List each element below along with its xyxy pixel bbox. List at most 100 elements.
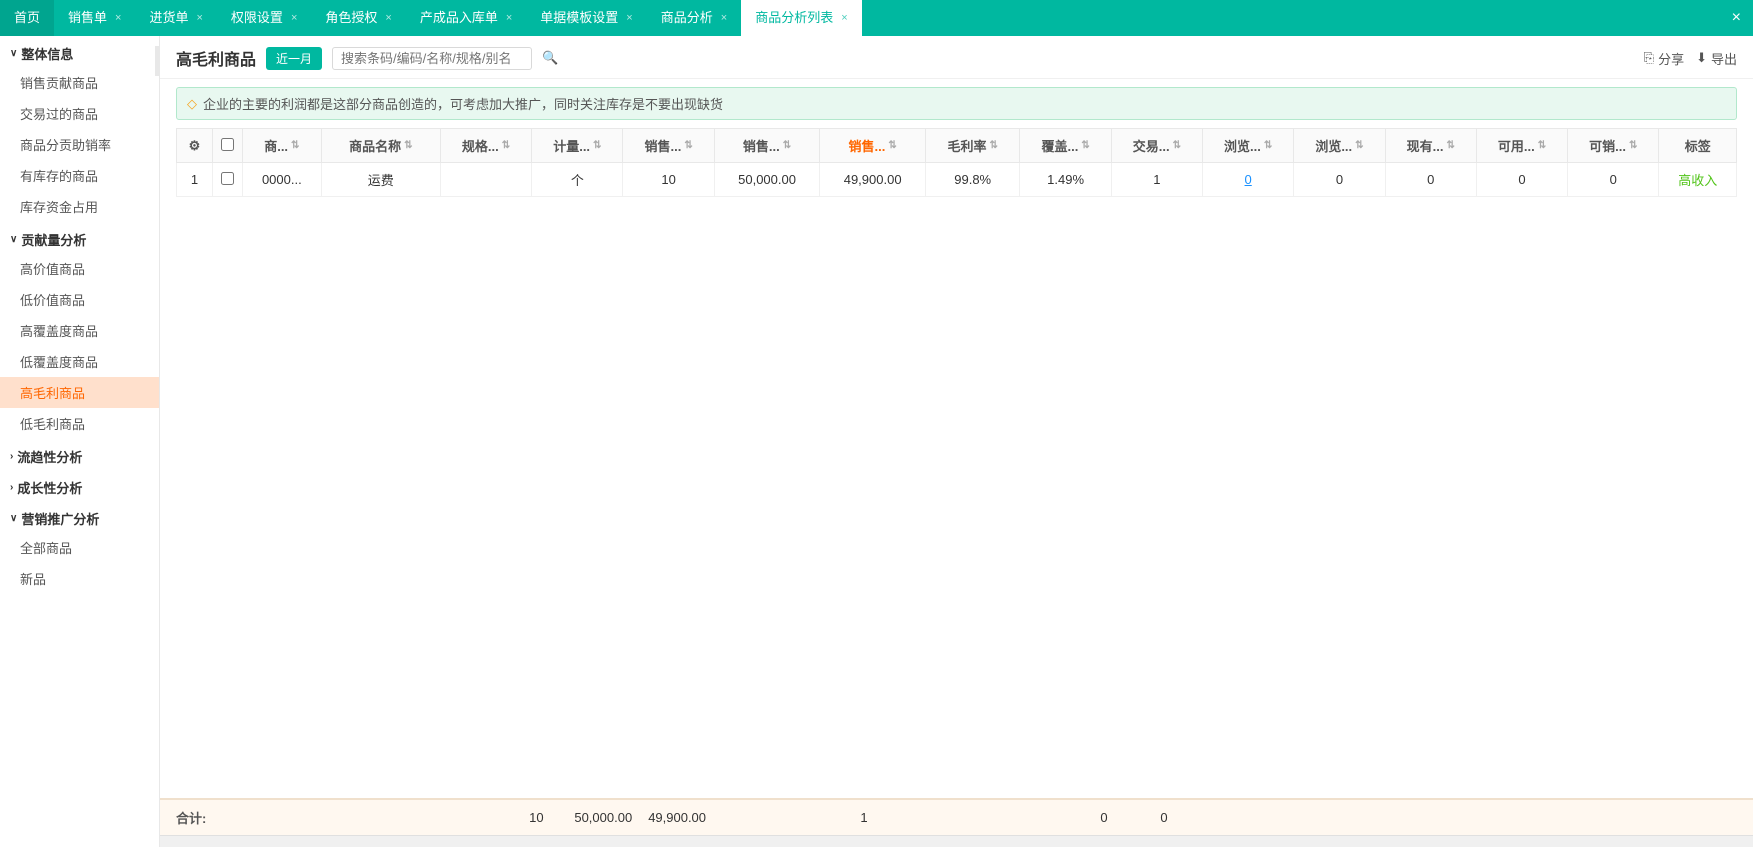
- table-wrapper[interactable]: ⚙ 商... ⇅ 商品名称: [160, 128, 1753, 798]
- row-coverage: 1.49%: [1020, 163, 1111, 197]
- sort-coverage-icon[interactable]: ⇅: [1081, 140, 1089, 151]
- sidebar-toggle-button[interactable]: 《: [155, 46, 160, 76]
- sort-current-icon[interactable]: ⇅: [1446, 140, 1454, 151]
- row-unit: 个: [532, 163, 623, 197]
- close-sales-order-icon[interactable]: ×: [115, 0, 121, 36]
- row-current: 0: [1385, 163, 1476, 197]
- close-role-auth-icon[interactable]: ×: [385, 0, 391, 36]
- sidebar-group-marketing-analysis[interactable]: ∨ 营销推广分析: [0, 501, 159, 532]
- row-spec: [440, 163, 531, 197]
- info-banner-text: 企业的主要的利润都是这部分商品创造的，可考虑加大推广，同时关注库存是不要出现缺货: [203, 94, 723, 113]
- arrow-right-icon: ›: [10, 451, 13, 462]
- sidebar-item-in-stock-products[interactable]: 有库存的商品: [0, 160, 159, 191]
- col-unit[interactable]: 计量... ⇅: [532, 129, 623, 163]
- sidebar-item-all-products[interactable]: 全部商品: [0, 532, 159, 563]
- content-header: 高毛利商品 近一月 🔍 ⎘ 分享 ⬇ 导出: [160, 36, 1753, 79]
- close-permission-setting-icon[interactable]: ×: [291, 0, 297, 36]
- sort-trans-icon[interactable]: ⇅: [1173, 140, 1181, 151]
- share-button[interactable]: ⎘ 分享: [1644, 49, 1684, 68]
- col-sales2[interactable]: 销售... ⇅: [714, 129, 820, 163]
- sort-sales2-icon[interactable]: ⇅: [783, 140, 791, 151]
- sort-sales3-icon[interactable]: ⇅: [888, 140, 896, 151]
- col-coverage[interactable]: 覆盖... ⇅: [1020, 129, 1111, 163]
- nav-permission-setting[interactable]: 权限设置 ×: [217, 0, 311, 36]
- close-template-setting-icon[interactable]: ×: [626, 0, 632, 36]
- footer-coverage: [774, 810, 834, 825]
- footer-gross-rate: [714, 810, 774, 825]
- col-settings[interactable]: ⚙: [177, 129, 213, 163]
- col-saleable[interactable]: 可销... ⇅: [1568, 129, 1659, 163]
- col-browse2[interactable]: 浏览... ⇅: [1294, 129, 1385, 163]
- col-available[interactable]: 可用... ⇅: [1476, 129, 1567, 163]
- time-filter-button[interactable]: 近一月: [266, 47, 322, 70]
- arrow-down-icon-2: ∨: [10, 234, 17, 245]
- table-footer: 合计: 10 50,000.00 49,900.00 1 0 0: [160, 798, 1753, 835]
- sidebar-item-sales-contribution[interactable]: 销售贡献商品: [0, 67, 159, 98]
- sort-spec-icon[interactable]: ⇅: [502, 140, 510, 151]
- sort-available-icon[interactable]: ⇅: [1538, 140, 1546, 151]
- footer-label: 合计:: [176, 808, 206, 827]
- col-sales1[interactable]: 销售... ⇅: [623, 129, 714, 163]
- sidebar-item-high-margin[interactable]: 高毛利商品: [0, 377, 159, 408]
- info-banner: ◇ 企业的主要的利润都是这部分商品创造的，可考虑加大推广，同时关注库存是不要出现…: [176, 87, 1737, 120]
- row-sales3: 49,900.00: [820, 163, 926, 197]
- sort-gross-icon[interactable]: ⇅: [990, 140, 998, 151]
- sidebar-group-contribution-analysis[interactable]: ∨ 贡献量分析: [0, 222, 159, 253]
- sidebar-item-high-coverage[interactable]: 高覆盖度商品: [0, 315, 159, 346]
- row-saleable: 0: [1568, 163, 1659, 197]
- sidebar-item-new-products[interactable]: 新品: [0, 563, 159, 594]
- arrow-right-icon-2: ›: [10, 482, 13, 493]
- nav-role-auth[interactable]: 角色授权 ×: [311, 0, 405, 36]
- nav-template-setting[interactable]: 单据模板设置 ×: [526, 0, 646, 36]
- top-navigation: 首页 销售单 × 进货单 × 权限设置 × 角色授权 × 产成品入库单 × 单据…: [0, 0, 1753, 36]
- col-spec[interactable]: 规格... ⇅: [440, 129, 531, 163]
- close-purchase-order-icon[interactable]: ×: [196, 0, 202, 36]
- settings-icon[interactable]: ⚙: [189, 138, 201, 153]
- col-sales3[interactable]: 销售... ⇅: [820, 129, 926, 163]
- nav-product-analysis-list[interactable]: 商品分析列表 ×: [741, 0, 861, 36]
- col-browse1[interactable]: 浏览... ⇅: [1203, 129, 1294, 163]
- search-icon[interactable]: 🔍: [542, 50, 558, 66]
- sidebar-item-low-coverage[interactable]: 低覆盖度商品: [0, 346, 159, 377]
- sidebar-item-traded-products[interactable]: 交易过的商品: [0, 98, 159, 129]
- sort-saleable-icon[interactable]: ⇅: [1629, 140, 1637, 151]
- sidebar-item-low-value[interactable]: 低价值商品: [0, 284, 159, 315]
- select-all-checkbox[interactable]: [221, 138, 234, 151]
- horizontal-scrollbar[interactable]: [160, 835, 1753, 847]
- arrow-down-icon-3: ∨: [10, 513, 17, 524]
- sidebar-item-low-margin[interactable]: 低毛利商品: [0, 408, 159, 439]
- sidebar-item-inventory-capital[interactable]: 库存资金占用: [0, 191, 159, 222]
- row-browse1[interactable]: 0: [1203, 163, 1294, 197]
- search-input[interactable]: [332, 47, 532, 70]
- sort-browse1-icon[interactable]: ⇅: [1264, 140, 1272, 151]
- nav-sales-order[interactable]: 销售单 ×: [54, 0, 135, 36]
- sidebar-group-trend-analysis[interactable]: › 流趋性分析: [0, 439, 159, 470]
- col-product-name[interactable]: 商品名称 ⇅: [321, 129, 440, 163]
- sort-sales1-icon[interactable]: ⇅: [684, 140, 692, 151]
- row-code: 0000...: [243, 163, 322, 197]
- sort-browse2-icon[interactable]: ⇅: [1355, 140, 1363, 151]
- sidebar-item-high-value[interactable]: 高价值商品: [0, 253, 159, 284]
- close-product-inbound-icon[interactable]: ×: [506, 0, 512, 36]
- nav-product-analysis[interactable]: 商品分析 ×: [647, 0, 741, 36]
- sort-unit-icon[interactable]: ⇅: [593, 140, 601, 151]
- col-gross-rate[interactable]: 毛利率 ⇅: [925, 129, 1020, 163]
- row-checkbox[interactable]: [221, 172, 234, 185]
- sidebar-group-growth-analysis[interactable]: › 成长性分析: [0, 470, 159, 501]
- close-product-analysis-list-icon[interactable]: ×: [841, 0, 847, 36]
- sort-name-icon[interactable]: ⇅: [404, 140, 412, 151]
- export-button[interactable]: ⬇ 导出: [1696, 49, 1737, 68]
- sidebar-item-product-assist-rate[interactable]: 商品分贡助销率: [0, 129, 159, 160]
- sidebar-group-overall-info[interactable]: ∨ 整体信息: [0, 36, 159, 67]
- close-product-analysis-icon[interactable]: ×: [721, 0, 727, 36]
- col-tag: 标签: [1659, 129, 1737, 163]
- close-all-tabs-button[interactable]: ×: [1720, 0, 1753, 36]
- sort-code-icon[interactable]: ⇅: [291, 140, 299, 151]
- col-current[interactable]: 现有... ⇅: [1385, 129, 1476, 163]
- row-name: 运费: [321, 163, 440, 197]
- nav-home[interactable]: 首页: [0, 0, 54, 36]
- nav-product-inbound[interactable]: 产成品入库单 ×: [406, 0, 526, 36]
- nav-purchase-order[interactable]: 进货单 ×: [135, 0, 216, 36]
- col-code[interactable]: 商... ⇅: [243, 129, 322, 163]
- col-transactions[interactable]: 交易... ⇅: [1111, 129, 1202, 163]
